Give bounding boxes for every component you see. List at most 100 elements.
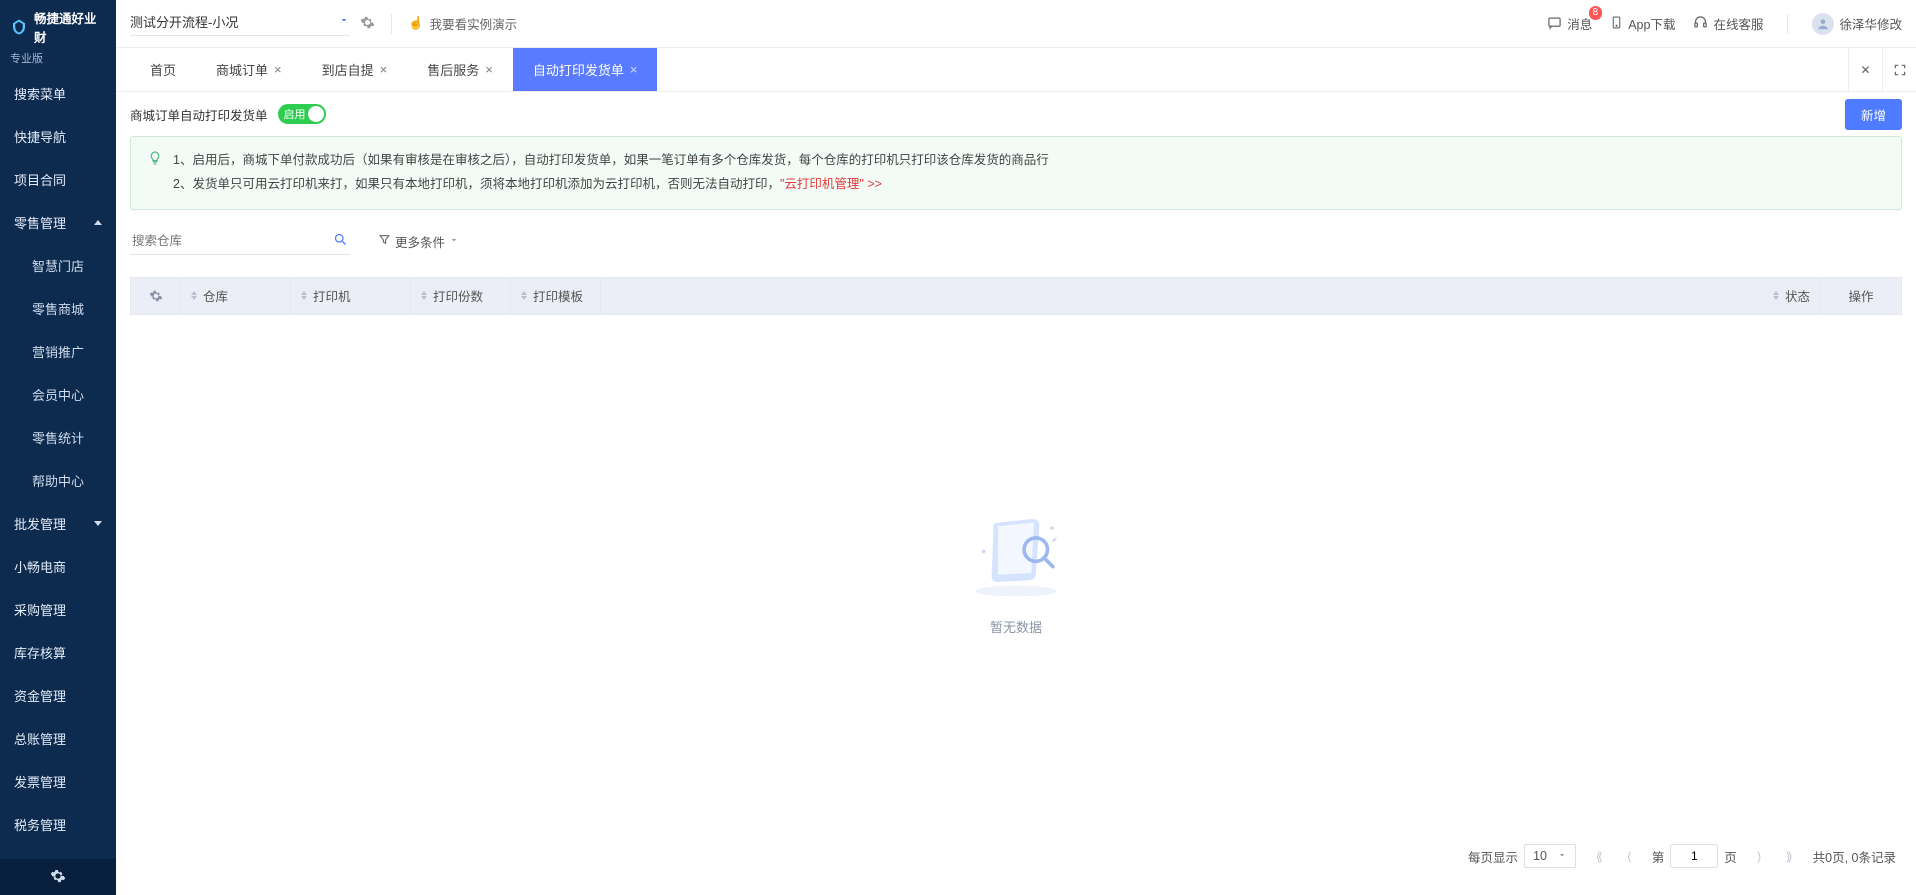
tabs: 首页 商城订单× 到店自提× 售后服务× 自动打印发货单× ✕ <box>116 48 1916 92</box>
main: 测试分开流程-小况 ☝ 我要看实例演示 消息 8 App下载 <box>116 0 1916 895</box>
search-input[interactable] <box>132 234 333 248</box>
per-page: 每页显示 10 <box>1468 844 1576 868</box>
phone-icon <box>1610 15 1623 33</box>
chevron-down-icon <box>1557 849 1567 863</box>
info-box: 1、启用后，商城下单付款成功后（如果有审核是在审核之后），自动打印发货单，如果一… <box>130 136 1902 210</box>
page-input-group: 第 页 <box>1652 844 1737 868</box>
org-select[interactable]: 测试分开流程-小况 <box>130 12 350 36</box>
sidebar-item-ecommerce[interactable]: 小畅电商 <box>0 545 116 588</box>
th-template[interactable]: 打印模板 <box>511 278 601 314</box>
sidebar-item-project[interactable]: 项目合同 <box>0 158 116 201</box>
enable-toggle[interactable]: 启用 <box>278 104 326 124</box>
th-warehouse[interactable]: 仓库 <box>181 278 291 314</box>
lightbulb-icon <box>147 150 163 197</box>
brand-edition: 专业版 <box>0 50 116 72</box>
sidebar-item-ledger[interactable]: 总账管理 <box>0 717 116 760</box>
fullscreen-button[interactable] <box>1882 48 1916 91</box>
sidebar-item-purchase[interactable]: 采购管理 <box>0 588 116 631</box>
avatar-icon <box>1812 13 1834 35</box>
first-page-button[interactable]: ⟪ <box>1592 847 1607 866</box>
tab-autoprint[interactable]: 自动打印发货单× <box>513 48 658 91</box>
sidebar-item-search[interactable]: 搜索菜单 <box>0 72 116 115</box>
chevron-down-icon <box>449 234 459 248</box>
sidebar-menu: 搜索菜单 快捷导航 项目合同 零售管理 智慧门店 零售商城 营销推广 会员中心 … <box>0 72 116 859</box>
search-icon[interactable] <box>333 232 348 250</box>
sidebar-item-mall[interactable]: 零售商城 <box>0 287 116 330</box>
sidebar-item-retail[interactable]: 零售管理 <box>0 201 116 244</box>
sidebar-item-quicknav[interactable]: 快捷导航 <box>0 115 116 158</box>
brand-name: 畅捷通好业财 <box>34 8 106 46</box>
th-action: 操作 <box>1821 278 1901 314</box>
close-all-tabs-button[interactable]: ✕ <box>1848 48 1882 91</box>
message-button[interactable]: 消息 8 <box>1547 14 1592 33</box>
service-button[interactable]: 在线客服 <box>1693 14 1763 33</box>
headset-icon <box>1693 15 1708 33</box>
chevron-down-icon <box>338 14 350 29</box>
toggle-knob <box>308 106 324 122</box>
table-header: 仓库 打印机 打印份数 打印模板 状态 操作 <box>130 277 1902 315</box>
divider <box>391 14 392 34</box>
th-printer[interactable]: 打印机 <box>291 278 411 314</box>
message-icon <box>1547 15 1562 33</box>
cloud-printer-link[interactable]: "云打印机管理" >> <box>780 177 882 191</box>
close-icon[interactable]: × <box>485 62 493 77</box>
sidebar-settings[interactable] <box>0 859 116 895</box>
content: 1、启用后，商城下单付款成功后（如果有审核是在审核之后），自动打印发货单，如果一… <box>116 136 1916 895</box>
sidebar-item-inventory[interactable]: 库存核算 <box>0 631 116 674</box>
sidebar-item-invoice[interactable]: 发票管理 <box>0 760 116 803</box>
page-title: 商城订单自动打印发货单 <box>130 105 268 124</box>
info-line-2: 2、发货单只可用云打印机来打，如果只有本地打印机，须将本地打印机添加为云打印机，… <box>173 173 1049 197</box>
message-badge: 8 <box>1589 6 1603 20</box>
filter-icon <box>378 233 391 249</box>
sidebar-item-smartstore[interactable]: 智慧门店 <box>0 244 116 287</box>
prev-page-button[interactable]: ⟨ <box>1623 847 1636 866</box>
search-box <box>130 228 350 255</box>
more-filter-button[interactable]: 更多条件 <box>378 232 459 251</box>
sidebar-item-assets[interactable]: 固定资产 <box>0 846 116 859</box>
brand-logo-icon <box>10 18 28 36</box>
demo-link[interactable]: ☝ 我要看实例演示 <box>408 14 517 33</box>
close-icon[interactable]: × <box>274 62 282 77</box>
th-copies[interactable]: 打印份数 <box>411 278 511 314</box>
filter-row: 更多条件 <box>130 228 1902 255</box>
table: 仓库 打印机 打印份数 打印模板 状态 操作 <box>130 277 1902 832</box>
org-name: 测试分开流程-小况 <box>130 12 238 31</box>
pagination: 每页显示 10 ⟪ ⟨ 第 页 ⟩ ⟫ 共0页, 0条记录 <box>130 831 1902 881</box>
tab-aftersale[interactable]: 售后服务× <box>407 48 513 91</box>
sidebar-item-help[interactable]: 帮助中心 <box>0 459 116 502</box>
gear-icon <box>50 868 66 887</box>
sidebar-item-member[interactable]: 会员中心 <box>0 373 116 416</box>
next-page-button[interactable]: ⟩ <box>1753 847 1766 866</box>
brand: 畅捷通好业财 <box>0 0 116 54</box>
last-page-button[interactable]: ⟫ <box>1782 847 1797 866</box>
topbar: 测试分开流程-小况 ☝ 我要看实例演示 消息 8 App下载 <box>116 0 1916 48</box>
tab-mall-orders[interactable]: 商城订单× <box>196 48 302 91</box>
chevron-up-icon <box>94 220 102 225</box>
empty-state: 暂无数据 <box>130 315 1902 832</box>
divider <box>1787 14 1788 34</box>
info-line-1: 1、启用后，商城下单付款成功后（如果有审核是在审核之后），自动打印发货单，如果一… <box>173 149 1049 173</box>
tab-pickup[interactable]: 到店自提× <box>302 48 408 91</box>
sidebar-item-wholesale[interactable]: 批发管理 <box>0 502 116 545</box>
pagination-total: 共0页, 0条记录 <box>1813 847 1896 866</box>
th-status[interactable]: 状态 <box>601 278 1821 314</box>
sidebar-item-tax[interactable]: 税务管理 <box>0 803 116 846</box>
per-page-select[interactable]: 10 <box>1524 844 1576 868</box>
new-button[interactable]: 新增 <box>1845 99 1902 130</box>
sidebar-item-marketing[interactable]: 营销推广 <box>0 330 116 373</box>
subheader: 商城订单自动打印发货单 启用 新增 <box>116 92 1916 136</box>
sidebar-item-retailstats[interactable]: 零售统计 <box>0 416 116 459</box>
tab-home[interactable]: 首页 <box>130 48 196 91</box>
empty-text: 暂无数据 <box>990 617 1042 636</box>
close-icon[interactable]: × <box>630 62 638 77</box>
page-input[interactable] <box>1670 844 1718 868</box>
close-icon[interactable]: × <box>380 62 388 77</box>
org-settings-button[interactable] <box>360 15 375 33</box>
chevron-down-icon <box>94 521 102 526</box>
column-settings-button[interactable] <box>131 278 181 314</box>
hand-icon: ☝ <box>408 16 424 31</box>
sidebar: 畅捷通好业财 专业版 搜索菜单 快捷导航 项目合同 零售管理 智慧门店 零售商城… <box>0 0 116 895</box>
user-menu[interactable]: 徐泽华修改 <box>1812 13 1902 35</box>
sidebar-item-fund[interactable]: 资金管理 <box>0 674 116 717</box>
app-download-button[interactable]: App下载 <box>1610 14 1675 33</box>
